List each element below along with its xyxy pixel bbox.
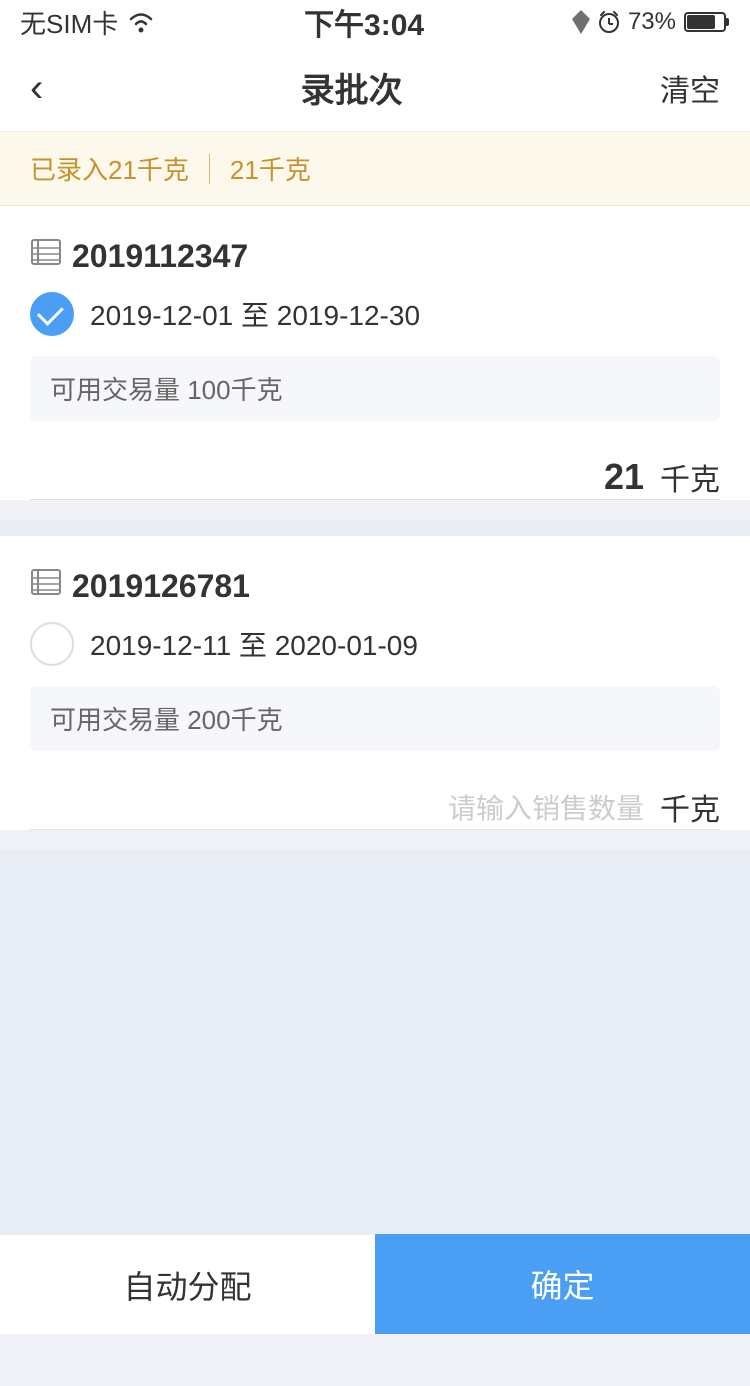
batch-1-date-row[interactable]: 2019-12-01 至 2019-12-30 bbox=[30, 292, 720, 336]
wifi-icon bbox=[126, 11, 156, 33]
battery-icon bbox=[684, 11, 730, 33]
recorded-value: 21千克 bbox=[230, 150, 311, 187]
page-title: 录批次 bbox=[301, 63, 403, 112]
batch-1-qty-row: 21 千克 bbox=[30, 445, 720, 500]
batch-item-1: 2019112347 2019-12-01 至 2019-12-30 可用交易量… bbox=[0, 206, 750, 500]
back-button[interactable]: ‹ bbox=[30, 68, 43, 108]
batch-1-date: 2019-12-01 至 2019-12-30 bbox=[90, 294, 420, 334]
batch-2-qty-placeholder: 请输入销售数量 bbox=[30, 787, 644, 827]
status-bar: 无SIM卡 下午3:04 73% bbox=[0, 0, 750, 44]
battery-text: 73% bbox=[628, 8, 676, 36]
batch-2-date: 2019-12-11 至 2020-01-09 bbox=[90, 624, 418, 664]
carrier-text: 无SIM卡 bbox=[20, 4, 118, 41]
nav-bar: ‹ 录批次 清空 bbox=[0, 44, 750, 132]
status-time: 下午3:04 bbox=[304, 0, 424, 44]
batch-item-2: 2019126781 2019-12-11 至 2020-01-09 可用交易量… bbox=[0, 536, 750, 830]
alarm-icon bbox=[598, 11, 620, 33]
batch-2-radio[interactable] bbox=[30, 622, 74, 666]
clear-button[interactable]: 清空 bbox=[660, 66, 720, 110]
bottom-bar: 自动分配 确定 bbox=[0, 1234, 750, 1334]
batch-2-header: 2019126781 bbox=[30, 566, 720, 606]
confirm-button[interactable]: 确定 bbox=[375, 1234, 750, 1334]
batch-2-icon bbox=[30, 566, 62, 606]
section-divider-2 bbox=[0, 850, 750, 866]
batch-2-unit: 千克 bbox=[660, 785, 720, 829]
location-icon bbox=[572, 10, 590, 34]
batch-1-qty-value: 21 bbox=[604, 456, 644, 498]
recorded-label: 已录入21千克 bbox=[30, 150, 189, 187]
section-divider-1 bbox=[0, 520, 750, 536]
batch-1-icon bbox=[30, 236, 62, 276]
batch-1-unit: 千克 bbox=[660, 455, 720, 499]
info-banner: 已录入21千克 21千克 bbox=[0, 132, 750, 206]
empty-area bbox=[0, 866, 750, 1286]
banner-divider bbox=[209, 154, 210, 184]
batch-1-available: 可用交易量 100千克 bbox=[30, 356, 720, 421]
batch-2-available: 可用交易量 200千克 bbox=[30, 686, 720, 751]
batch-1-id: 2019112347 bbox=[72, 238, 248, 275]
batch-1-radio[interactable] bbox=[30, 292, 74, 336]
batch-1-header: 2019112347 bbox=[30, 236, 720, 276]
batch-2-qty-row: 请输入销售数量 千克 bbox=[30, 775, 720, 830]
status-carrier: 无SIM卡 bbox=[20, 4, 156, 41]
batch-2-id: 2019126781 bbox=[72, 568, 250, 605]
auto-distribute-button[interactable]: 自动分配 bbox=[0, 1234, 375, 1334]
batch-2-date-row[interactable]: 2019-12-11 至 2020-01-09 bbox=[30, 622, 720, 666]
status-right: 73% bbox=[572, 8, 730, 36]
